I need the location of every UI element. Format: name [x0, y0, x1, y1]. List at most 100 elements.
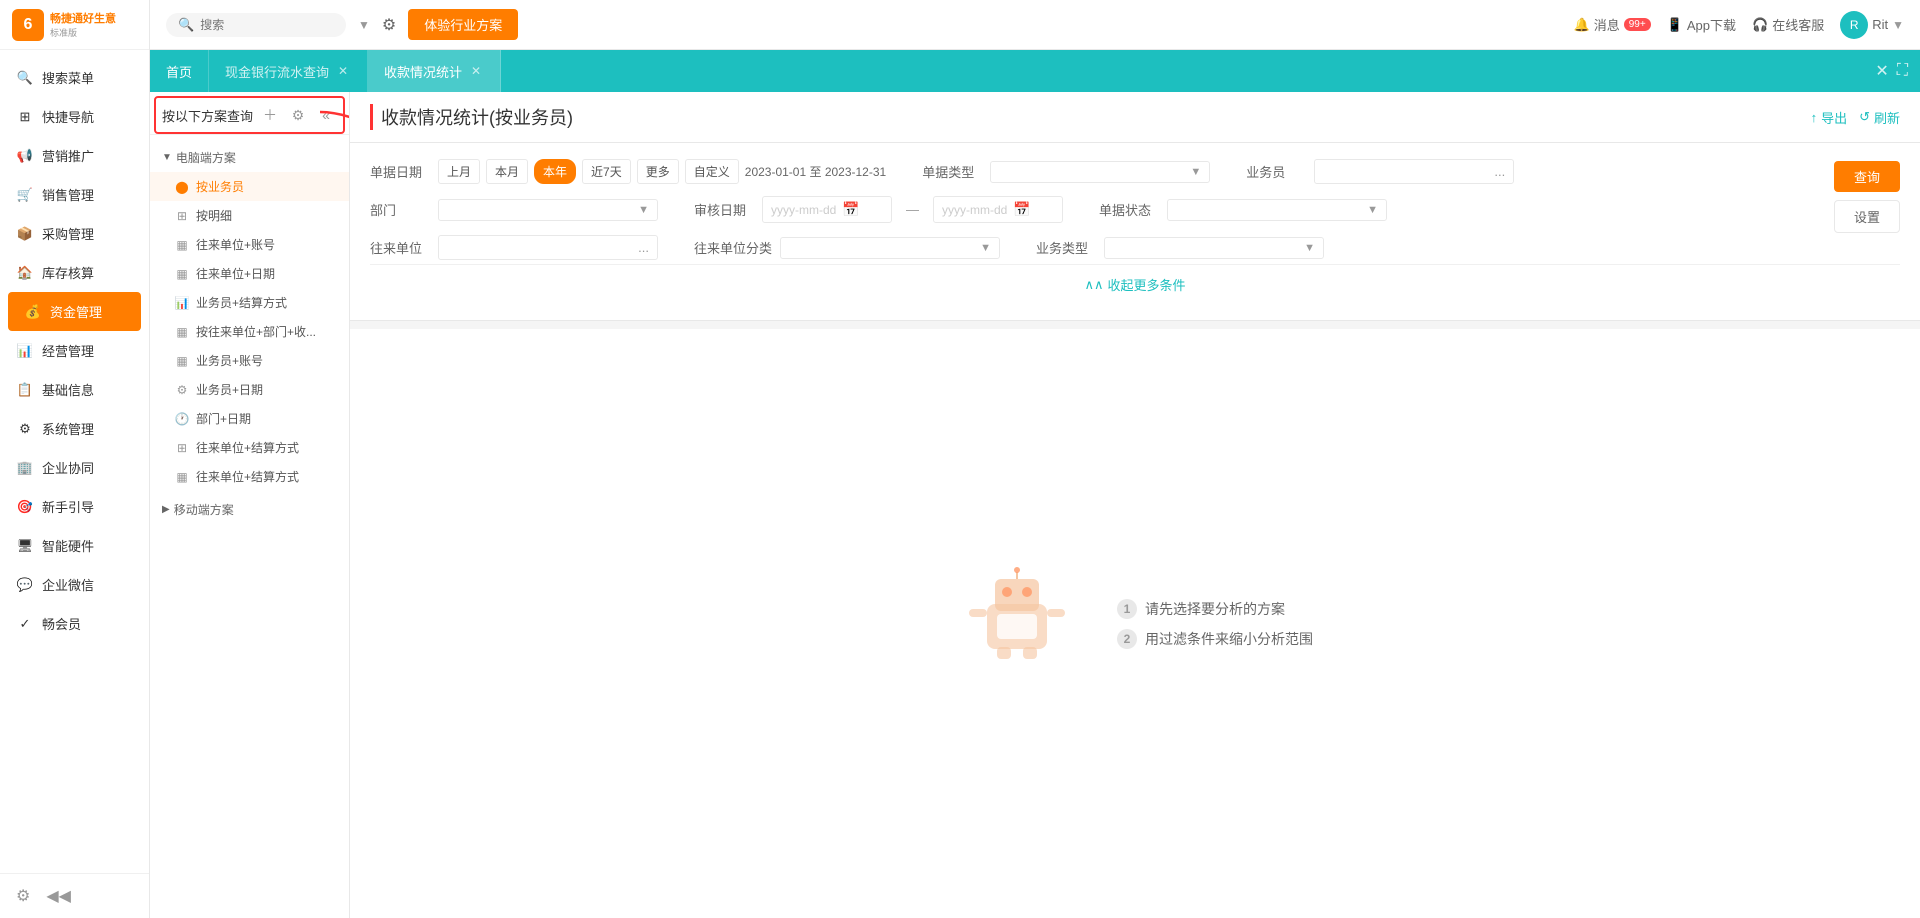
date-btn-more[interactable]: 更多 — [637, 159, 679, 184]
collapse-panel-button[interactable]: « — [315, 104, 337, 126]
messages-button[interactable]: 🔔 消息 99+ — [1574, 15, 1651, 34]
tree-section-pc-label: 电脑端方案 — [176, 149, 236, 166]
sidebar-item-member[interactable]: ✓ 畅会员 — [0, 604, 149, 643]
bank-tab-label: 现金银行流水查询 — [225, 62, 329, 81]
unit-category-label: 往来单位分类 — [694, 238, 772, 257]
salesman-more-btn[interactable]: ... — [1494, 164, 1505, 179]
app-download-button[interactable]: 📱 App下载 — [1667, 15, 1736, 34]
tree-item-unit-settle2[interactable]: ▦ 往来单位+结算方式 — [150, 462, 349, 491]
sidebar-item-marketing[interactable]: 📢 营销推广 — [0, 136, 149, 175]
date-btn-custom[interactable]: 自定义 — [685, 159, 739, 184]
sidebar-item-inventory[interactable]: 🏠 库存核算 — [0, 253, 149, 292]
date-btn-this-year[interactable]: 本年 — [534, 159, 576, 184]
sidebar-footer: ⚙ ◀◀ — [0, 873, 149, 918]
export-button[interactable]: ↑ 导出 — [1811, 108, 1848, 127]
tree-item-label: 业务员+结算方式 — [196, 294, 287, 311]
sidebar-item-search[interactable]: 🔍 搜索菜单 — [0, 58, 149, 97]
unit-more-btn[interactable]: ... — [638, 240, 649, 255]
add-scheme-button[interactable]: ＋ — [259, 104, 281, 126]
search-box[interactable]: 🔍 — [166, 13, 346, 37]
trial-button[interactable]: 体验行业方案 — [408, 9, 518, 40]
online-service-button[interactable]: 🎧 在线客服 — [1752, 15, 1824, 34]
tree-item-salesman-settle[interactable]: 📊 业务员+结算方式 — [150, 288, 349, 317]
maximize-icon[interactable]: ⛶ — [1897, 62, 1908, 80]
collapse-up-icon: ∧∧ — [1084, 277, 1103, 293]
doc-status-select[interactable]: ▼ — [1167, 199, 1387, 221]
tree-item-unit-dept-recv[interactable]: ▦ 按往来单位+部门+收... — [150, 317, 349, 346]
tab-bank-close[interactable]: ✕ — [335, 63, 351, 79]
date-btn-7days[interactable]: 近7天 — [582, 159, 631, 184]
tree-item-unit-settle1[interactable]: ⊞ 往来单位+结算方式 — [150, 433, 349, 462]
topbar-settings-icon[interactable]: ⚙ — [382, 15, 396, 35]
user-dropdown-arrow[interactable]: ▼ — [1892, 18, 1904, 32]
tree-item-by-detail[interactable]: ⊞ 按明细 — [150, 201, 349, 230]
scheme-settings-button[interactable]: ⚙ — [287, 104, 309, 126]
sidebar-item-quicknav[interactable]: ⊞ 快捷导航 — [0, 97, 149, 136]
tab-home[interactable]: 首页 — [150, 50, 209, 92]
tree-item-salesman-date[interactable]: ⚙ 业务员+日期 — [150, 375, 349, 404]
date-btn-last-month[interactable]: 上月 — [438, 159, 480, 184]
close-all-tabs-icon[interactable]: ✕ — [1875, 61, 1888, 81]
tree-item-dept-date[interactable]: 🕐 部门+日期 — [150, 404, 349, 433]
query-button[interactable]: 查询 — [1834, 161, 1900, 192]
table-icon2: ▦ — [174, 266, 190, 282]
refresh-button[interactable]: ↺ 刷新 — [1859, 108, 1900, 127]
topbar-dropdown-arrow[interactable]: ▼ — [358, 18, 370, 32]
grid-icon2: ⊞ — [174, 440, 190, 456]
hardware-icon: 🖥 — [16, 537, 34, 555]
speaker-icon: 📢 — [16, 147, 34, 165]
sidebar-item-purchase[interactable]: 📦 采购管理 — [0, 214, 149, 253]
date-btn-this-month[interactable]: 本月 — [486, 159, 528, 184]
table-icon3: ▦ — [174, 324, 190, 340]
tree-item-unit-account[interactable]: ▦ 往来单位+账号 — [150, 230, 349, 259]
review-date-from[interactable]: yyyy-mm-dd 📅 — [762, 196, 892, 223]
sidebar-item-basic[interactable]: 📋 基础信息 — [0, 370, 149, 409]
tab-receipt-close[interactable]: ✕ — [468, 63, 484, 79]
filter-settings-button[interactable]: 设置 — [1834, 200, 1900, 233]
doc-type-filter: 单据类型 ▼ — [922, 161, 1210, 183]
sidebar-item-hardware[interactable]: 🖥 智能硬件 — [0, 526, 149, 565]
list-icon: 📋 — [16, 381, 34, 399]
tree-item-unit-date[interactable]: ▦ 往来单位+日期 — [150, 259, 349, 288]
empty-content: 1 请先选择要分析的方案 2 用过滤条件来缩小分析范围 — [957, 564, 1313, 684]
tab-receipt[interactable]: 收款情况统计 ✕ — [368, 50, 501, 92]
tree-item-label: 往来单位+结算方式 — [196, 439, 299, 456]
tree-item-label: 部门+日期 — [196, 410, 251, 427]
logo-text-area: 畅捷通好生意 标准版 — [50, 10, 116, 39]
unit-input[interactable]: ... — [438, 235, 658, 260]
salesman-input[interactable]: ... — [1314, 159, 1514, 184]
search-input[interactable] — [200, 18, 320, 32]
sidebar-item-label: 营销推广 — [42, 146, 94, 165]
sidebar-item-label: 搜索菜单 — [42, 68, 94, 87]
tree-item-salesman-account[interactable]: ▦ 业务员+账号 — [150, 346, 349, 375]
sidebar-item-capital[interactable]: 💰 资金管理 — [8, 292, 141, 331]
review-date-label: 审核日期 — [694, 200, 754, 219]
collapse-sidebar-icon[interactable]: ◀◀ — [46, 886, 71, 906]
doc-type-select[interactable]: ▼ — [990, 161, 1210, 183]
sidebar-item-wechat[interactable]: 💬 企业微信 — [0, 565, 149, 604]
left-panel-body: ▼ 电脑端方案 ⬤ 按业务员 ⊞ 按明细 ▦ 往来单位+账号 — [150, 135, 349, 918]
calendar-to-icon[interactable]: 📅 — [1013, 201, 1030, 218]
business-type-select[interactable]: ▼ — [1104, 237, 1324, 259]
avatar: R — [1840, 11, 1868, 39]
settings-footer-icon[interactable]: ⚙ — [16, 886, 30, 906]
gear-icon: ⚙ — [16, 420, 34, 438]
sidebar-item-sales[interactable]: 🛒 销售管理 — [0, 175, 149, 214]
review-date-to[interactable]: yyyy-mm-dd 📅 — [933, 196, 1063, 223]
calendar-from-icon[interactable]: 📅 — [842, 201, 859, 218]
sidebar-item-operations[interactable]: 📊 经营管理 — [0, 331, 149, 370]
tree-section-pc-header[interactable]: ▼ 电脑端方案 — [150, 143, 349, 172]
tree-item-label: 按明细 — [196, 207, 232, 224]
user-avatar[interactable]: R Rit ▼ — [1840, 11, 1904, 39]
unit-category-select[interactable]: ▼ — [780, 237, 1000, 259]
sidebar-item-enterprise[interactable]: 🏢 企业协同 — [0, 448, 149, 487]
tree-section-mobile-header[interactable]: ▶ 移动端方案 — [150, 495, 349, 524]
tab-bank[interactable]: 现金银行流水查询 ✕ — [209, 50, 368, 92]
collapse-more-conditions[interactable]: ∧∧ 收起更多条件 — [370, 264, 1900, 304]
sidebar-item-system[interactable]: ⚙ 系统管理 — [0, 409, 149, 448]
tree-item-by-salesman[interactable]: ⬤ 按业务员 — [150, 172, 349, 201]
content-area: 按以下方案查询 ＋ ⚙ « ▼ — [150, 92, 1920, 918]
tree-item-label: 业务员+日期 — [196, 381, 263, 398]
sidebar-item-guide[interactable]: 🎯 新手引导 — [0, 487, 149, 526]
dept-select[interactable]: ▼ — [438, 199, 658, 221]
